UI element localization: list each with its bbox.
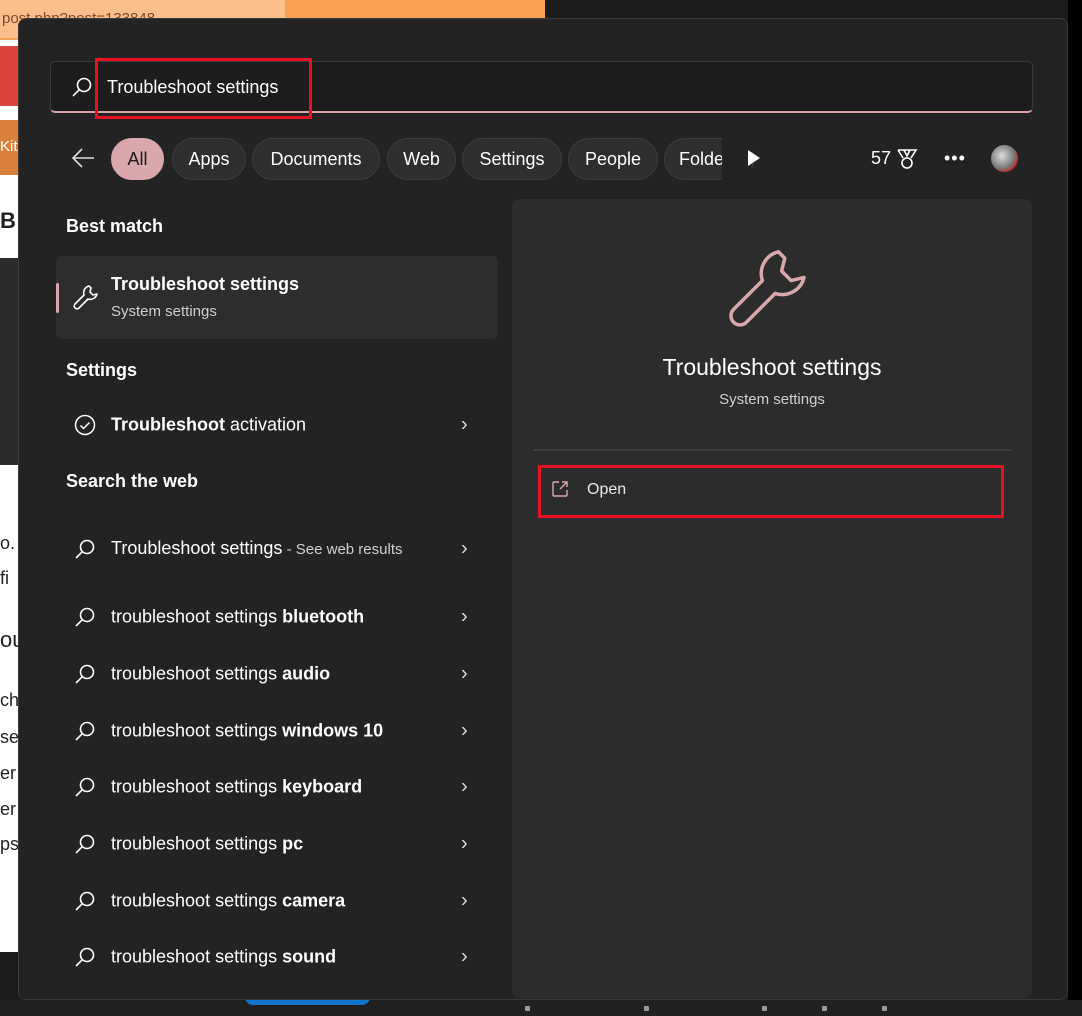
bg-fragment: er xyxy=(0,799,17,819)
search-icon xyxy=(75,777,95,797)
chevron-right-icon: › xyxy=(461,889,468,912)
tab-documents[interactable]: Documents xyxy=(252,138,380,180)
chevron-right-icon: › xyxy=(461,662,468,685)
chevron-right-icon: › xyxy=(461,832,468,855)
best-match-item[interactable]: Troubleshoot settings System settings xyxy=(56,256,498,339)
chevron-right-icon: › xyxy=(461,605,468,628)
web-suggestion-item[interactable]: troubleshoot settings keyboard › xyxy=(56,760,498,814)
suggestion-term: pc xyxy=(282,833,304,854)
web-suggestion-item[interactable]: troubleshoot settings sound › xyxy=(56,930,498,984)
search-icon xyxy=(75,664,95,684)
best-match-subtitle: System settings xyxy=(111,303,217,320)
taskbar-indicator xyxy=(822,1006,827,1011)
search-icon xyxy=(72,77,92,97)
search-icon xyxy=(75,539,95,559)
suggestion-term: camera xyxy=(282,890,346,911)
section-best-match: Best match xyxy=(66,216,164,236)
suggestion-prefix: troubleshoot settings xyxy=(111,606,283,627)
best-match-title: Troubleshoot settings xyxy=(111,274,300,294)
web-suggestion-item[interactable]: troubleshoot settings pc › xyxy=(56,817,498,871)
web-suggestion-item[interactable]: troubleshoot settings camera › xyxy=(56,874,498,928)
wrench-icon xyxy=(73,285,98,310)
search-icon xyxy=(75,721,95,741)
divider xyxy=(534,449,1012,451)
taskbar xyxy=(0,1000,1082,1016)
selection-indicator xyxy=(56,283,59,313)
suggestion-prefix: troubleshoot settings xyxy=(111,720,283,741)
taskbar-indicator xyxy=(882,1006,887,1011)
settings-item-troubleshoot-activation[interactable]: Troubleshoot activation › xyxy=(56,398,498,452)
preview-subtitle: System settings xyxy=(719,391,825,408)
taskbar-indicator xyxy=(762,1006,767,1011)
search-icon xyxy=(75,891,95,911)
rewards-points[interactable]: 57 xyxy=(871,148,891,169)
web-suggestion-item[interactable]: troubleshoot settings bluetooth › xyxy=(56,590,498,644)
tab-people[interactable]: People xyxy=(568,138,658,180)
trophy-icon[interactable] xyxy=(896,148,918,170)
tab-all[interactable]: All xyxy=(111,138,164,180)
bg-fragment: er xyxy=(0,763,17,783)
suggestion-prefix: troubleshoot settings xyxy=(111,776,283,797)
preview-pane: Troubleshoot settings System settings Op… xyxy=(512,199,1032,998)
taskbar-indicator xyxy=(644,1006,649,1011)
bg-fragment: ps xyxy=(0,834,20,854)
tab-apps[interactable]: Apps xyxy=(172,138,246,180)
search-icon xyxy=(75,947,95,967)
suggestion-term: audio xyxy=(282,663,331,684)
user-avatar[interactable] xyxy=(991,145,1018,172)
web-suggestion-item[interactable]: troubleshoot settings audio › xyxy=(56,647,498,701)
item-rest: activation xyxy=(225,414,307,435)
check-circle-icon xyxy=(74,414,96,436)
highlight-box-open xyxy=(538,465,1004,518)
suggestion-prefix: troubleshoot settings xyxy=(111,663,283,684)
web-result-suffix: - See web results xyxy=(282,541,403,558)
preview-title: Troubleshoot settings xyxy=(662,354,882,380)
tab-web[interactable]: Web xyxy=(387,138,456,180)
suggestion-prefix: troubleshoot settings xyxy=(111,946,283,967)
bg-fragment: se xyxy=(0,727,20,747)
chevron-right-icon: › xyxy=(461,413,468,436)
suggestion-term: sound xyxy=(282,946,337,967)
more-options-icon[interactable]: ••• xyxy=(944,148,966,169)
suggestion-prefix: troubleshoot settings xyxy=(111,890,283,911)
wrench-large-icon xyxy=(729,250,806,327)
search-icon xyxy=(75,607,95,627)
bg-fragment: B xyxy=(0,208,16,233)
section-settings: Settings xyxy=(66,360,138,380)
item-bold: Troubleshoot xyxy=(111,414,225,435)
back-arrow-icon[interactable] xyxy=(70,145,96,171)
suggestion-term: bluetooth xyxy=(282,606,365,627)
search-icon xyxy=(75,834,95,854)
bg-fragment: o. xyxy=(0,533,16,553)
chevron-right-icon: › xyxy=(461,945,468,968)
suggestion-term: keyboard xyxy=(282,776,363,797)
bg-fragment: ch xyxy=(0,690,20,710)
web-result-title: Troubleshoot settings xyxy=(111,538,283,558)
suggestion-prefix: troubleshoot settings xyxy=(111,833,283,854)
taskbar-indicator xyxy=(525,1006,530,1011)
bg-fragment: fi xyxy=(0,568,9,588)
chevron-right-icon: › xyxy=(461,775,468,798)
section-search-web: Search the web xyxy=(66,471,199,491)
chevron-right-icon: › xyxy=(461,537,468,560)
scroll-tabs-right-icon[interactable] xyxy=(748,150,760,166)
chevron-right-icon: › xyxy=(461,719,468,742)
web-result-see-web[interactable]: Troubleshoot settings - See web results … xyxy=(56,520,498,578)
bg-fragment: Kit xyxy=(0,138,18,155)
tab-settings[interactable]: Settings xyxy=(462,138,562,180)
desktop-edge xyxy=(1068,0,1082,1016)
suggestion-term: windows 10 xyxy=(282,720,384,741)
highlight-box-search xyxy=(95,58,312,119)
web-suggestion-item[interactable]: troubleshoot settings windows 10 › xyxy=(56,704,498,758)
